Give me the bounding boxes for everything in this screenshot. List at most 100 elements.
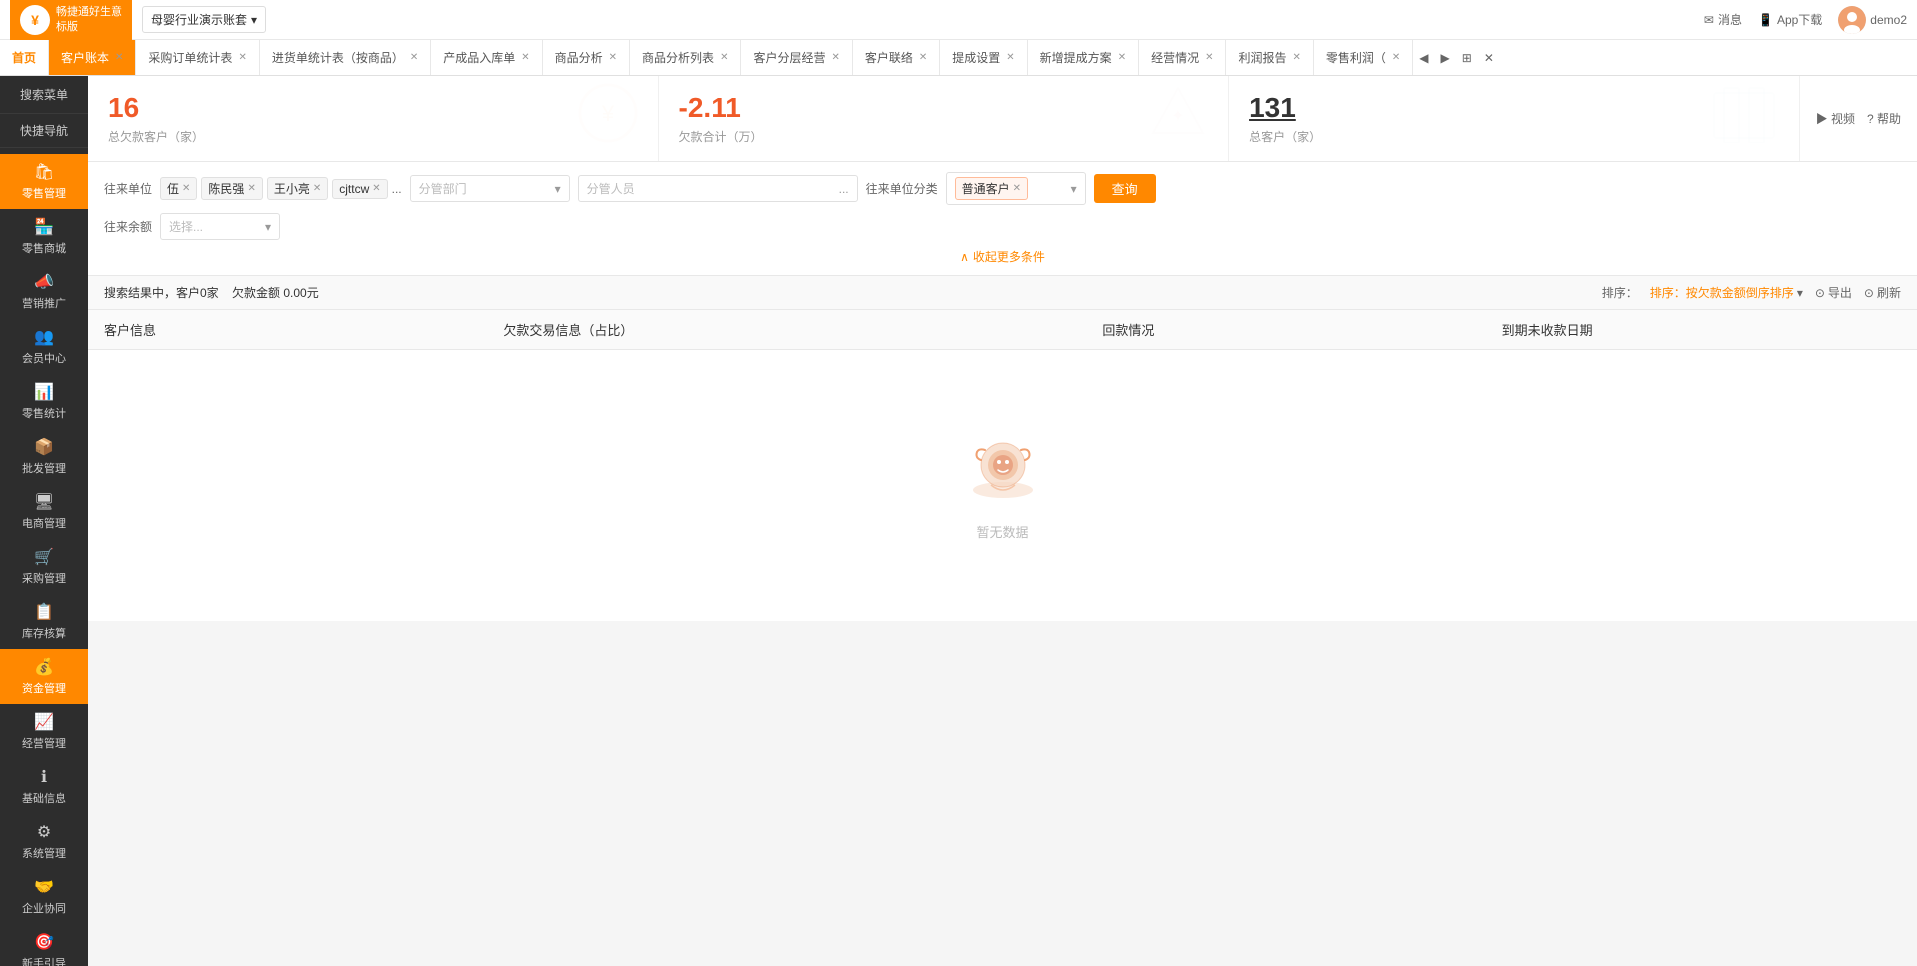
stat-credit-customers: ¥ 16 总欠款客户（家） <box>88 76 659 161</box>
dept-dropdown-arrow: ▾ <box>555 182 561 196</box>
tab-product-analysis-list[interactable]: 商品分析列表 ✕ <box>630 40 741 76</box>
tab-close-icon[interactable]: ✕ <box>1118 52 1126 63</box>
stats-bar: ¥ 16 总欠款客户（家） ✦ -2.11 欠款合计（万） <box>88 76 1917 162</box>
tab-nav-close[interactable]: ✕ <box>1478 40 1500 76</box>
sidebar-item-retail-mgmt[interactable]: 🛍 零售管理 <box>0 154 88 209</box>
stat-total-customers: 131 总客户（家） <box>1229 76 1800 161</box>
tab-close-icon[interactable]: ✕ <box>521 52 529 63</box>
col-due-date: 到期未收款日期 <box>1502 320 1901 339</box>
tab-purchase-order[interactable]: 采购订单统计表 ✕ <box>136 40 259 76</box>
enterprise-coop-icon: 🤝 <box>34 877 54 897</box>
stat-credit-total-label: 欠款合计（万） <box>679 128 763 145</box>
dept-dropdown[interactable]: 分管部门 ▾ <box>410 175 570 202</box>
tab-close-icon[interactable]: ✕ <box>919 52 927 63</box>
unit-type-tag: 普通客户 ✕ <box>955 177 1028 200</box>
unit-tag-4: cjttcw ✕ <box>332 179 387 199</box>
stat-bg-icon-1: ¥ <box>578 83 638 155</box>
tab-retail-profit[interactable]: 零售利润（ ✕ <box>1314 40 1413 76</box>
tab-purchase-stats[interactable]: 进货单统计表（按商品） ✕ <box>260 40 431 76</box>
unit-tag-4-close[interactable]: ✕ <box>372 183 380 194</box>
sidebar-item-sys-mgmt[interactable]: ⚙ 系统管理 <box>0 814 88 869</box>
tab-nav-expand[interactable]: ⊞ <box>1456 40 1478 76</box>
stat-credit-total: ✦ -2.11 欠款合计（万） <box>659 76 1230 161</box>
person-input[interactable]: 分管人员 ... <box>578 175 858 202</box>
unit-tag-1-close[interactable]: ✕ <box>182 183 190 194</box>
app-download-btn[interactable]: 📱 App下载 <box>1758 11 1822 28</box>
stat-total-customers-value: 131 <box>1249 92 1296 124</box>
unit-tag-2-close[interactable]: ✕ <box>247 183 255 194</box>
svg-text:✦: ✦ <box>1171 108 1184 125</box>
sys-mgmt-icon: ⚙ <box>37 822 51 842</box>
tab-close-icon[interactable]: ✕ <box>115 52 123 63</box>
sidebar-item-new-guide[interactable]: 🎯 新手引导 <box>0 924 88 966</box>
export-btn[interactable]: ⊙ 导出 <box>1815 284 1852 301</box>
sidebar-item-retail-mall[interactable]: 🏪 零售商城 <box>0 209 88 264</box>
avatar-icon <box>1838 6 1866 34</box>
video-btn[interactable]: ▶ 视频 <box>1816 110 1855 127</box>
sidebar-section: 🛍 零售管理 🏪 零售商城 📣 营销推广 👥 会员中心 📊 零售统计 📦 <box>0 148 88 966</box>
tab-close-icon[interactable]: ✕ <box>238 52 246 63</box>
tab-customer-tier[interactable]: 客户分层经营 ✕ <box>741 40 852 76</box>
sidebar-search-menu[interactable]: 搜索菜单 <box>0 76 88 114</box>
tab-customer-book[interactable]: 客户账本 ✕ <box>49 40 136 76</box>
tab-nav-next[interactable]: ▶ <box>1435 40 1456 76</box>
tab-close-icon[interactable]: ✕ <box>609 52 617 63</box>
refresh-icon: ⊙ <box>1864 286 1874 300</box>
tab-product-stock[interactable]: 产成品入库单 ✕ <box>431 40 542 76</box>
video-icon: ▶ <box>1816 112 1828 126</box>
top-bar: ¥ 畅捷通好生意 标版 母婴行业演示账套 ▾ ✉ 消息 📱 App下载 demo… <box>0 0 1917 40</box>
tab-nav-prev[interactable]: ◀ <box>1413 40 1434 76</box>
tab-close-icon[interactable]: ✕ <box>410 52 418 63</box>
tab-close-icon[interactable]: ✕ <box>831 52 839 63</box>
collapse-btn[interactable]: ∧ 收起更多条件 <box>960 248 1045 265</box>
tab-close-icon[interactable]: ✕ <box>1006 52 1014 63</box>
member-center-icon: 👥 <box>34 327 54 347</box>
stat-bg-icon-3 <box>1709 83 1779 155</box>
refresh-btn[interactable]: ⊙ 刷新 <box>1864 284 1901 301</box>
tab-promotion-settings[interactable]: 提成设置 ✕ <box>940 40 1027 76</box>
sidebar-item-member-center[interactable]: 👥 会员中心 <box>0 319 88 374</box>
sidebar-item-ecommerce-mgmt[interactable]: 🖥 电商管理 <box>0 484 88 539</box>
sidebar-item-marketing[interactable]: 📣 营销推广 <box>0 264 88 319</box>
sidebar-item-inventory[interactable]: 📋 库存核算 <box>0 594 88 649</box>
tab-home[interactable]: 首页 <box>0 40 49 76</box>
sidebar-item-finance-mgmt[interactable]: 💰 资金管理 <box>0 649 88 704</box>
tab-product-analysis[interactable]: 商品分析 ✕ <box>543 40 630 76</box>
collapse-row: ∧ 收起更多条件 <box>104 248 1901 265</box>
message-icon: ✉ <box>1704 13 1714 27</box>
unit-type-dropdown[interactable]: 普通客户 ✕ ▾ <box>946 172 1086 205</box>
table-header: 客户信息 欠款交易信息（占比） 回款情况 到期未收款日期 <box>88 310 1917 350</box>
tab-customer-contact[interactable]: 客户联络 ✕ <box>853 40 940 76</box>
empty-icon <box>963 430 1043 510</box>
inventory-icon: 📋 <box>34 602 54 622</box>
tab-close-icon[interactable]: ✕ <box>1293 52 1301 63</box>
sidebar-item-purchase-mgmt[interactable]: 🛒 采购管理 <box>0 539 88 594</box>
finance-mgmt-icon: 💰 <box>34 657 54 677</box>
stat-total-customers-label: 总客户（家） <box>1249 128 1321 145</box>
demo-select[interactable]: 母婴行业演示账套 ▾ <box>142 6 266 33</box>
sidebar-quick-nav[interactable]: 快捷导航 <box>0 114 88 148</box>
tab-close-icon[interactable]: ✕ <box>720 52 728 63</box>
sidebar-item-basic-info[interactable]: ℹ 基础信息 <box>0 759 88 814</box>
query-button[interactable]: 查询 <box>1094 174 1156 203</box>
tab-new-promotion-plan[interactable]: 新增提成方案 ✕ <box>1028 40 1139 76</box>
sidebar-item-wholesale-mgmt[interactable]: 📦 批发管理 <box>0 429 88 484</box>
user-avatar[interactable]: demo2 <box>1838 6 1907 34</box>
tab-close-icon[interactable]: ✕ <box>1205 52 1213 63</box>
balance-arrow: ▾ <box>265 220 271 234</box>
balance-dropdown[interactable]: 选择... ▾ <box>160 213 280 240</box>
unit-type-tag-close[interactable]: ✕ <box>1013 183 1021 194</box>
person-more-btn[interactable]: ... <box>839 182 849 196</box>
more-tags-btn[interactable]: ... <box>392 182 402 196</box>
tab-operations[interactable]: 经营情况 ✕ <box>1139 40 1226 76</box>
video-help: ▶ 视频 ? 帮助 <box>1800 110 1917 127</box>
help-btn[interactable]: ? 帮助 <box>1867 110 1901 127</box>
unit-tag-3-close[interactable]: ✕ <box>313 183 321 194</box>
sidebar-item-enterprise-coop[interactable]: 🤝 企业协同 <box>0 869 88 924</box>
tab-close-icon[interactable]: ✕ <box>1392 52 1400 63</box>
sidebar-item-ops-mgmt[interactable]: 📈 经营管理 <box>0 704 88 759</box>
tab-profit-report[interactable]: 利润报告 ✕ <box>1226 40 1313 76</box>
sort-dropdown[interactable]: 排序：按欠款金额倒序排序 ▾ <box>1650 284 1803 301</box>
message-btn[interactable]: ✉ 消息 <box>1704 11 1742 28</box>
sidebar-item-retail-stats[interactable]: 📊 零售统计 <box>0 374 88 429</box>
